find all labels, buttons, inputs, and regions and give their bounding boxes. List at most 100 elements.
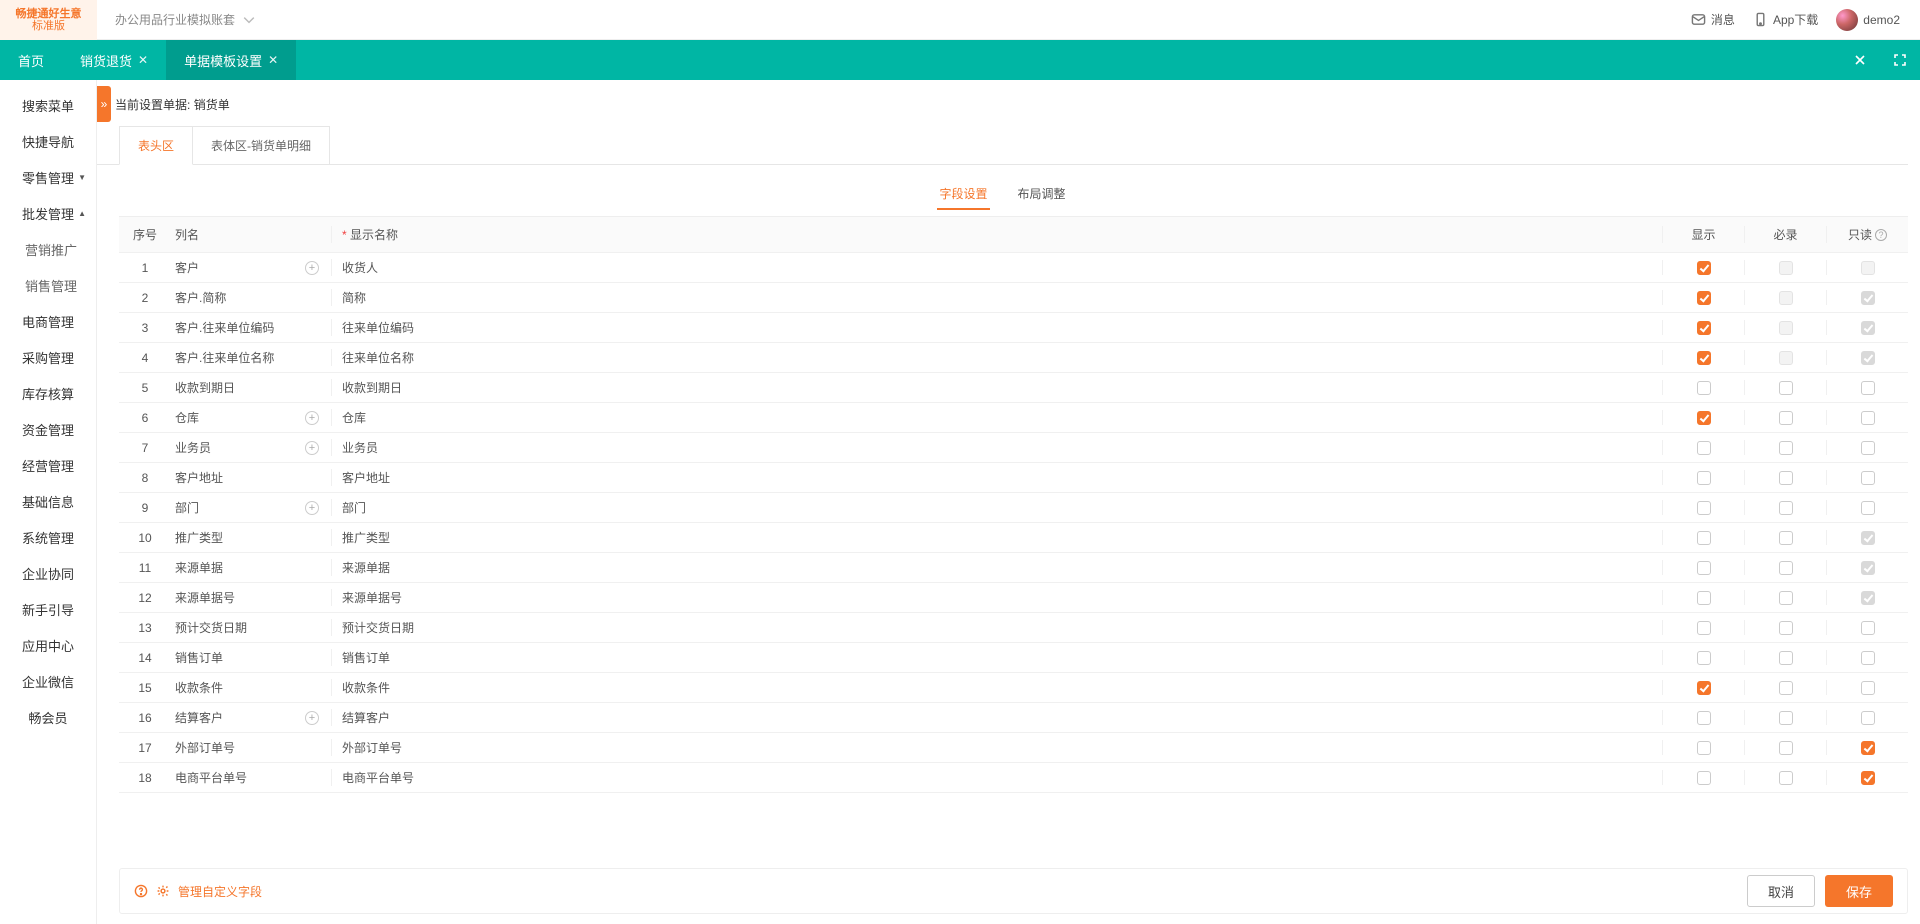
checkbox[interactable] xyxy=(1697,471,1711,485)
sidenav-item[interactable]: 企业微信 xyxy=(0,664,96,700)
page-tab[interactable]: 单据模板设置✕ xyxy=(166,40,296,80)
help-icon[interactable]: ? xyxy=(1875,229,1887,241)
account-selector[interactable]: 办公用品行业模拟账套 xyxy=(115,11,255,28)
checkbox[interactable] xyxy=(1697,321,1711,335)
checkbox[interactable] xyxy=(1779,411,1793,425)
cell-display-name[interactable]: 简称 xyxy=(331,289,1662,306)
cell-display-name[interactable]: 客户地址 xyxy=(331,469,1662,486)
checkbox[interactable] xyxy=(1779,621,1793,635)
sidenav-item[interactable]: 新手引导 xyxy=(0,592,96,628)
checkbox[interactable] xyxy=(1697,411,1711,425)
save-button[interactable]: 保存 xyxy=(1825,875,1893,907)
cell-display-name[interactable]: 收款到期日 xyxy=(331,379,1662,396)
cell-display-name[interactable]: 电商平台单号 xyxy=(331,769,1662,786)
checkbox[interactable] xyxy=(1779,501,1793,515)
cell-display-name[interactable]: 外部订单号 xyxy=(331,739,1662,756)
close-all-tabs-button[interactable] xyxy=(1840,40,1880,80)
checkbox[interactable] xyxy=(1697,351,1711,365)
checkbox[interactable] xyxy=(1697,711,1711,725)
checkbox[interactable] xyxy=(1697,591,1711,605)
checkbox[interactable] xyxy=(1779,441,1793,455)
sidenav-item[interactable]: 经营管理 xyxy=(0,448,96,484)
checkbox[interactable] xyxy=(1861,681,1875,695)
checkbox[interactable] xyxy=(1861,711,1875,725)
checkbox[interactable] xyxy=(1779,471,1793,485)
sidenav-item[interactable]: 搜索菜单 xyxy=(0,88,96,124)
expand-sub-icon[interactable]: + xyxy=(305,501,319,515)
checkbox[interactable] xyxy=(1861,441,1875,455)
checkbox[interactable] xyxy=(1861,501,1875,515)
page-tab[interactable]: 销货退货✕ xyxy=(62,40,166,80)
checkbox[interactable] xyxy=(1697,291,1711,305)
sidenav-item[interactable]: 电商管理 xyxy=(0,304,96,340)
sidenav-item[interactable]: 库存核算 xyxy=(0,376,96,412)
sidenav-item[interactable]: 批发管理▲ xyxy=(0,196,96,232)
checkbox[interactable] xyxy=(1697,771,1711,785)
checkbox[interactable] xyxy=(1697,651,1711,665)
expand-sub-icon[interactable]: + xyxy=(305,411,319,425)
tab-close-icon[interactable]: ✕ xyxy=(138,53,148,67)
checkbox[interactable] xyxy=(1779,651,1793,665)
cell-display-name[interactable]: 往来单位编码 xyxy=(331,319,1662,336)
sidenav-item[interactable]: 企业协同 xyxy=(0,556,96,592)
sidenav-item[interactable]: 畅会员 xyxy=(0,700,96,736)
cell-display-name[interactable]: 结算客户 xyxy=(331,709,1662,726)
page-tab[interactable]: 首页 xyxy=(0,40,62,80)
area-tab[interactable]: 表体区-销货单明细 xyxy=(193,126,330,165)
cell-display-name[interactable]: 仓库 xyxy=(331,409,1662,426)
tab-close-icon[interactable]: ✕ xyxy=(268,53,278,67)
banner-expand-handle[interactable]: » xyxy=(97,86,111,122)
fullscreen-button[interactable] xyxy=(1880,40,1920,80)
sub-tab[interactable]: 字段设置 xyxy=(937,179,989,210)
checkbox[interactable] xyxy=(1697,501,1711,515)
cell-display-name[interactable]: 业务员 xyxy=(331,439,1662,456)
cell-display-name[interactable]: 来源单据号 xyxy=(331,589,1662,606)
sidenav-item[interactable]: 基础信息 xyxy=(0,484,96,520)
checkbox[interactable] xyxy=(1697,261,1711,275)
checkbox[interactable] xyxy=(1697,561,1711,575)
sidenav-item[interactable]: 资金管理 xyxy=(0,412,96,448)
checkbox[interactable] xyxy=(1861,651,1875,665)
cell-display-name[interactable]: 收货人 xyxy=(331,259,1662,276)
checkbox[interactable] xyxy=(1861,411,1875,425)
table-body[interactable]: 1客户+收货人2客户.简称简称3客户.往来单位编码往来单位编码4客户.往来单位名… xyxy=(119,253,1908,858)
checkbox[interactable] xyxy=(1861,381,1875,395)
checkbox[interactable] xyxy=(1779,381,1793,395)
checkbox[interactable] xyxy=(1697,621,1711,635)
sub-tab[interactable]: 布局调整 xyxy=(1016,179,1068,210)
manage-custom-fields-link[interactable]: 管理自定义字段 xyxy=(178,883,262,900)
checkbox[interactable] xyxy=(1861,741,1875,755)
checkbox[interactable] xyxy=(1697,681,1711,695)
checkbox[interactable] xyxy=(1697,441,1711,455)
checkbox[interactable] xyxy=(1861,771,1875,785)
sidenav-item[interactable]: 系统管理 xyxy=(0,520,96,556)
checkbox[interactable] xyxy=(1697,741,1711,755)
sidenav-item[interactable]: 零售管理▼ xyxy=(0,160,96,196)
cell-display-name[interactable]: 部门 xyxy=(331,499,1662,516)
cancel-button[interactable]: 取消 xyxy=(1747,875,1815,907)
checkbox[interactable] xyxy=(1779,591,1793,605)
checkbox[interactable] xyxy=(1861,471,1875,485)
cell-display-name[interactable]: 往来单位名称 xyxy=(331,349,1662,366)
sidenav-item[interactable]: 采购管理 xyxy=(0,340,96,376)
cell-display-name[interactable]: 推广类型 xyxy=(331,529,1662,546)
messages-link[interactable]: 消息 xyxy=(1691,11,1735,28)
sidenav-item[interactable]: 营销推广 xyxy=(0,232,96,268)
checkbox[interactable] xyxy=(1697,531,1711,545)
sidenav-item[interactable]: 销售管理 xyxy=(0,268,96,304)
cell-display-name[interactable]: 来源单据 xyxy=(331,559,1662,576)
app-download-link[interactable]: App下载 xyxy=(1753,11,1818,28)
expand-sub-icon[interactable]: + xyxy=(305,711,319,725)
checkbox[interactable] xyxy=(1697,381,1711,395)
sidenav-item[interactable]: 快捷导航 xyxy=(0,124,96,160)
checkbox[interactable] xyxy=(1779,771,1793,785)
cell-display-name[interactable]: 预计交货日期 xyxy=(331,619,1662,636)
checkbox[interactable] xyxy=(1779,561,1793,575)
checkbox[interactable] xyxy=(1779,531,1793,545)
checkbox[interactable] xyxy=(1779,711,1793,725)
sidenav-item[interactable]: 应用中心 xyxy=(0,628,96,664)
user-menu[interactable]: demo2 xyxy=(1836,9,1900,31)
expand-sub-icon[interactable]: + xyxy=(305,261,319,275)
cell-display-name[interactable]: 收款条件 xyxy=(331,679,1662,696)
expand-sub-icon[interactable]: + xyxy=(305,441,319,455)
